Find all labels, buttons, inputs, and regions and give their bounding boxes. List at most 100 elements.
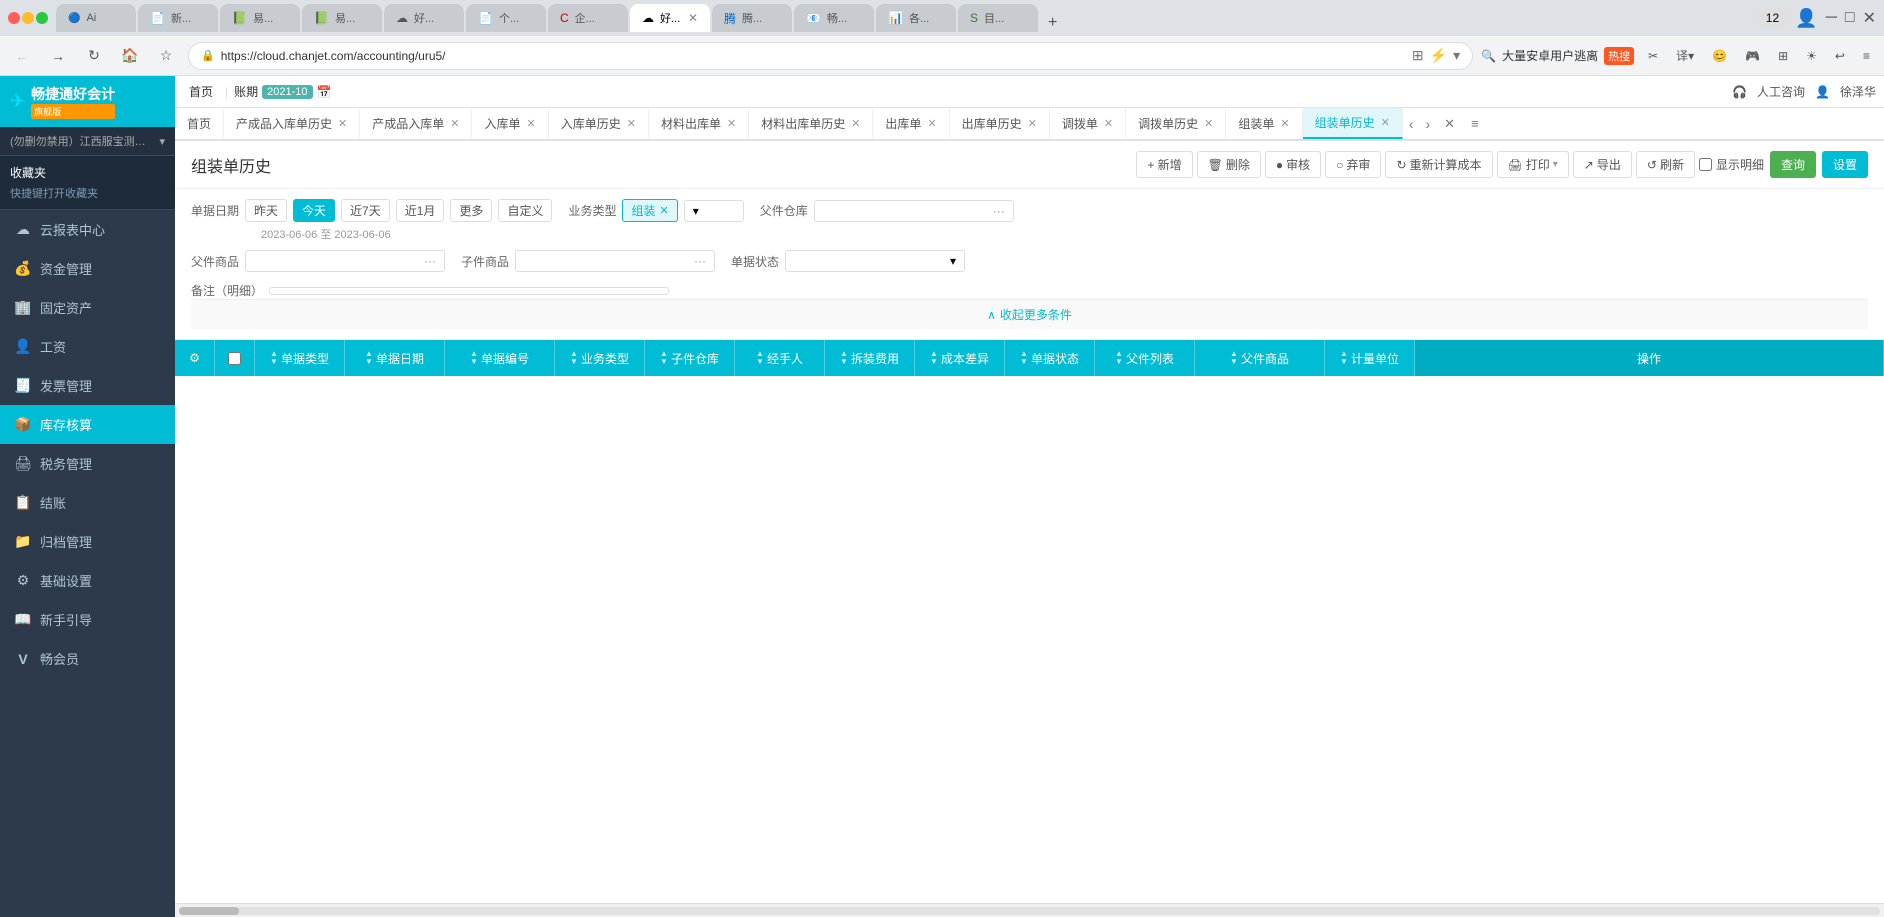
th-cost-diff[interactable]: ▲▼ 成本差异 <box>915 340 1005 376</box>
calendar-icon[interactable]: 📅 <box>317 85 332 99</box>
sidebar-item-invoice[interactable]: 🧾 发票管理 <box>0 366 175 405</box>
display-detail-checkbox[interactable] <box>1699 158 1712 171</box>
close-tab-out-history[interactable]: ✕ <box>1028 117 1037 130</box>
date-btn-today[interactable]: 今天 <box>293 199 335 222</box>
date-btn-yesterday[interactable]: 昨天 <box>245 199 287 222</box>
sidebar-item-capital[interactable]: 💰 资金管理 <box>0 249 175 288</box>
child-goods-more[interactable]: ··· <box>694 254 706 268</box>
sidebar-item-payroll[interactable]: 👤 工资 <box>0 327 175 366</box>
remove-biz-type-tag[interactable]: ✕ <box>659 204 668 217</box>
tab-material-out[interactable]: 材料出库单 ✕ <box>649 109 749 138</box>
add-btn[interactable]: + 新增 <box>1136 151 1192 178</box>
close-tab-assembly-history[interactable]: ✕ <box>1381 116 1390 129</box>
sidebar-item-tax[interactable]: 🖨 税务管理 <box>0 444 175 483</box>
delete-btn[interactable]: 🗑 删除 <box>1197 151 1261 178</box>
refresh-btn[interactable]: ↺ 刷新 <box>1636 151 1695 178</box>
user-service-label[interactable]: 人工咨询 <box>1757 83 1805 100</box>
headset-icon[interactable]: 🎧 <box>1732 85 1747 99</box>
address-box[interactable]: 🔒 https://cloud.chanjet.com/accounting/u… <box>188 42 1473 70</box>
undo-icon[interactable]: ↩ <box>1829 47 1851 65</box>
close-all-tabs[interactable]: ✕ <box>1436 112 1463 136</box>
tab-home[interactable]: 首页 <box>175 109 224 138</box>
sidebar-item-guide[interactable]: 📖 新手引导 <box>0 600 175 639</box>
th-bill-date[interactable]: ▲▼ 单据日期 <box>345 340 445 376</box>
close-tab-in-order[interactable]: ✕ <box>527 117 536 130</box>
profile-icon[interactable]: 👤 <box>1795 8 1817 29</box>
table-settings-icon[interactable]: ⚙ <box>189 351 200 365</box>
th-parent-goods[interactable]: ▲▼ 父件商品 <box>1195 340 1325 376</box>
biz-type-select[interactable]: ▾ <box>684 200 744 222</box>
sidebar-item-fixed-assets[interactable]: 🏢 固定资产 <box>0 288 175 327</box>
emoji-icon[interactable]: 😊 <box>1706 47 1733 65</box>
th-bill-no[interactable]: ▲▼ 单据编号 <box>445 340 555 376</box>
print-btn[interactable]: 🖨 打印 ▾ <box>1497 151 1569 178</box>
tab-finished-in-history[interactable]: 产成品入库单历史 ✕ <box>224 109 360 138</box>
browser-tab-7[interactable]: ☁ 好... ✕ <box>630 4 710 32</box>
maximize-window-btn[interactable] <box>36 12 48 24</box>
game-icon[interactable]: 🎮 <box>1739 47 1766 65</box>
close-window-btn[interactable] <box>8 12 20 24</box>
parent-wh-more[interactable]: ··· <box>993 204 1005 218</box>
grid-view-icon[interactable]: ⊞ <box>1772 47 1794 65</box>
scrollbar-track[interactable] <box>179 907 1880 915</box>
home-btn[interactable]: 🏠 <box>116 42 144 70</box>
parent-wh-input[interactable]: ··· <box>814 200 1014 222</box>
settings-filter-btn[interactable]: 设置 <box>1822 151 1868 178</box>
parent-goods-more[interactable]: ··· <box>424 254 436 268</box>
avatar-icon[interactable]: 👤 <box>1815 85 1830 99</box>
horizontal-scrollbar[interactable] <box>175 903 1884 917</box>
close-tab-assembly[interactable]: ✕ <box>1280 117 1289 130</box>
chevron-down-icon[interactable]: ▾ <box>1453 47 1460 64</box>
export-btn[interactable]: ↗ 导出 <box>1573 151 1632 178</box>
sidebar-item-archive[interactable]: 📁 归档管理 <box>0 522 175 561</box>
browser-tab-6[interactable]: C 企... <box>548 4 628 32</box>
close-btn[interactable]: ✕ <box>1863 8 1876 28</box>
grid-icon[interactable]: ⊞ <box>1412 47 1424 64</box>
select-all-checkbox[interactable] <box>228 352 241 365</box>
th-settings[interactable]: ⚙ <box>175 340 215 376</box>
browser-tab-ai[interactable]: 🔵 Ai <box>56 4 136 32</box>
lightning-icon[interactable]: ⚡ <box>1430 47 1447 64</box>
sidebar-company[interactable]: (勿删勿禁用）江西服宝测试专用 ▾ <box>0 127 175 156</box>
forward-btn[interactable]: → <box>44 42 72 70</box>
browser-tab-3[interactable]: 📗 易... <box>302 4 382 32</box>
th-disassemble-fee[interactable]: ▲▼ 拆装费用 <box>825 340 915 376</box>
sidebar-item-closing[interactable]: 📋 结账 <box>0 483 175 522</box>
minimize-window-btn[interactable] <box>22 12 34 24</box>
restore-btn[interactable]: □ <box>1845 9 1855 27</box>
th-sub-wh[interactable]: ▲▼ 子件仓库 <box>645 340 735 376</box>
abandon-btn[interactable]: ○ 弃审 <box>1325 151 1381 178</box>
back-btn[interactable]: ← <box>8 42 36 70</box>
browser-tab-9[interactable]: 📧 畅... <box>794 4 874 32</box>
tab-right-arrow[interactable]: › <box>1420 112 1437 136</box>
th-biz-type[interactable]: ▲▼ 业务类型 <box>555 340 645 376</box>
menu-icon[interactable]: ≡ <box>1857 47 1876 65</box>
close-tab-finished-in[interactable]: ✕ <box>450 117 459 130</box>
home-page-btn[interactable]: 首页 <box>183 80 219 103</box>
reload-btn[interactable]: ↻ <box>80 42 108 70</box>
sidebar-item-settings[interactable]: ⚙ 基础设置 <box>0 561 175 600</box>
date-btn-more[interactable]: 更多 <box>450 199 492 222</box>
sun-icon[interactable]: ☀ <box>1800 47 1823 65</box>
tab-transfer[interactable]: 调拨单 ✕ <box>1050 109 1126 138</box>
new-tab-btn[interactable]: + <box>1040 14 1065 32</box>
close-tab-7[interactable]: ✕ <box>688 11 698 25</box>
date-btn-1month[interactable]: 近1月 <box>396 199 445 222</box>
tab-in-history[interactable]: 入库单历史 ✕ <box>549 109 649 138</box>
sidebar-item-member[interactable]: V 畅会员 <box>0 639 175 678</box>
child-goods-input[interactable]: ··· <box>515 250 715 272</box>
browser-tab-10[interactable]: 📊 各... <box>876 4 956 32</box>
th-handler[interactable]: ▲▼ 经手人 <box>735 340 825 376</box>
close-tab-transfer[interactable]: ✕ <box>1104 117 1113 130</box>
close-tab-material-out-history[interactable]: ✕ <box>851 117 860 130</box>
close-tab-finished-in-history[interactable]: ✕ <box>338 117 347 130</box>
tab-in-order[interactable]: 入库单 ✕ <box>472 109 548 138</box>
tab-more-menu[interactable]: ≡ <box>1463 112 1487 135</box>
tab-transfer-history[interactable]: 调拨单历史 ✕ <box>1126 109 1226 138</box>
th-unit[interactable]: ▲▼ 计量单位 <box>1325 340 1415 376</box>
close-tab-transfer-history[interactable]: ✕ <box>1204 117 1213 130</box>
date-btn-7days[interactable]: 近7天 <box>341 199 390 222</box>
browser-tab-11[interactable]: S 目... <box>958 4 1038 32</box>
browser-tab-2[interactable]: 📗 易... <box>220 4 300 32</box>
tab-left-arrow[interactable]: ‹ <box>1403 112 1420 136</box>
